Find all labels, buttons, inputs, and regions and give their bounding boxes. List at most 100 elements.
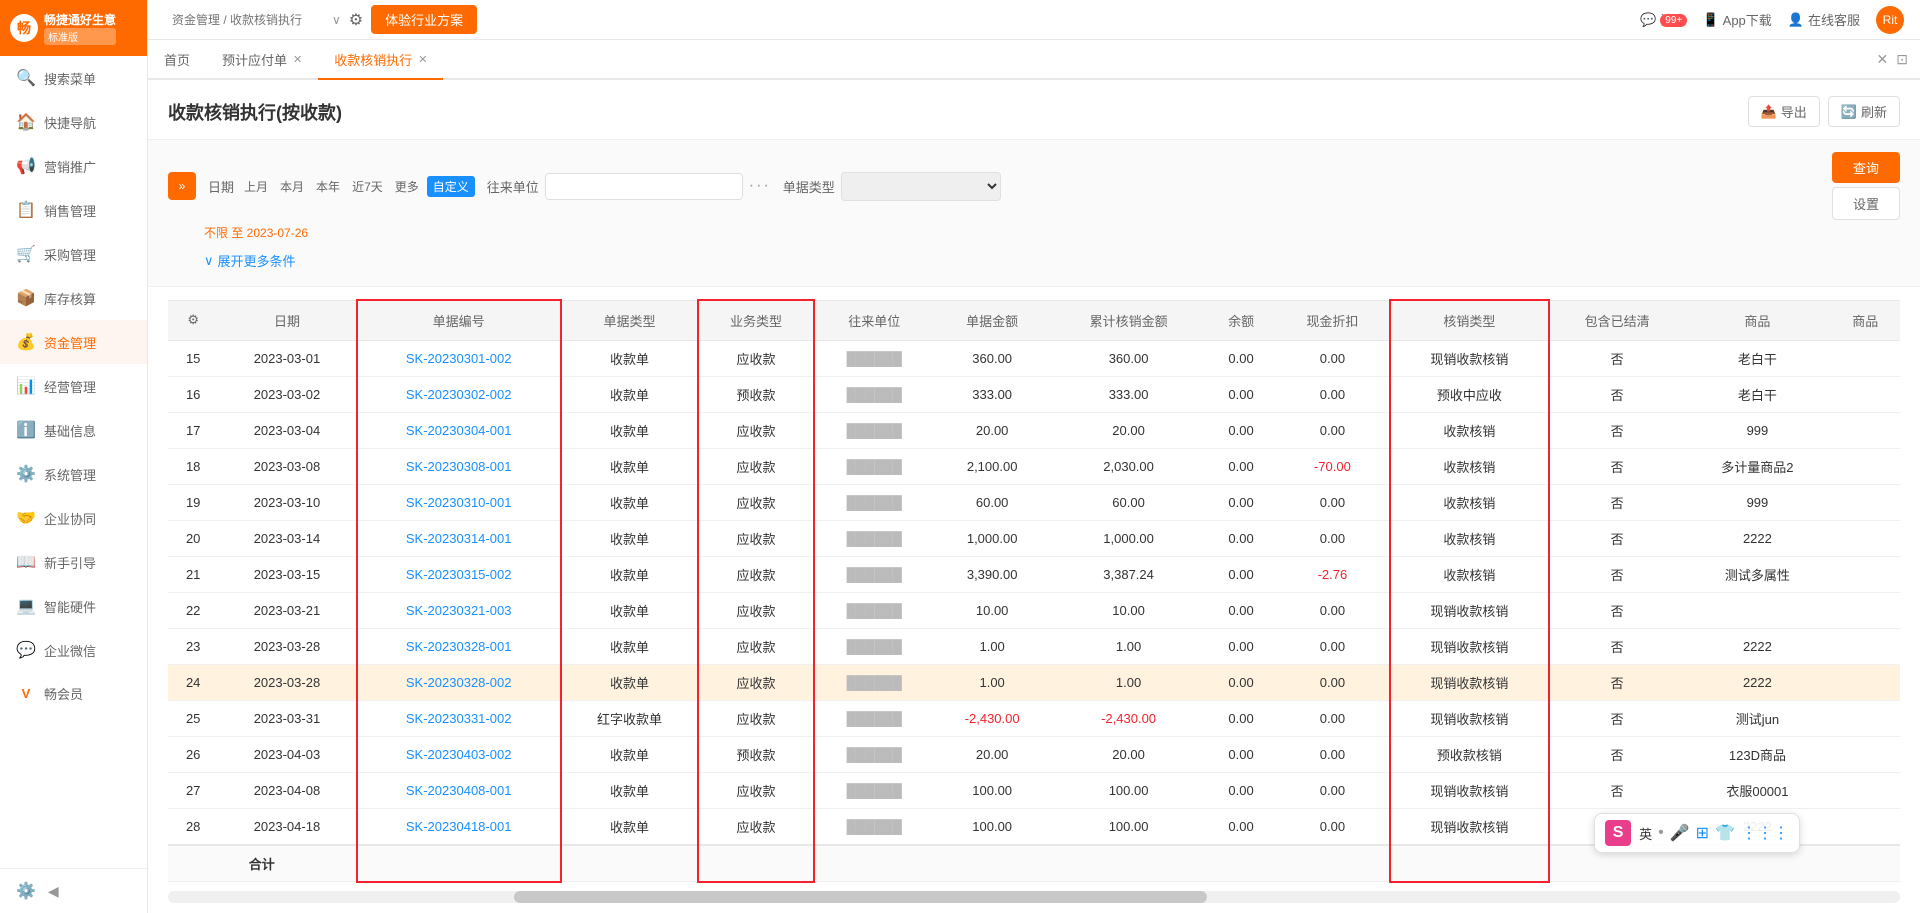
cell-discount: 0.00 [1276,593,1390,629]
sidebar-item-member[interactable]: V 畅会员 [0,672,147,715]
sidebar-item-guide[interactable]: 📖 新手引导 [0,540,147,584]
watermark-grid-icon[interactable]: ⊞ [1696,823,1709,843]
col-settings-header[interactable]: ⚙ [168,300,218,341]
industry-button[interactable]: 体验行业方案 [371,5,477,34]
cell-singletype: 收款单 [561,449,698,485]
service-button[interactable]: 👤 在线客服 [1788,10,1860,29]
sidebar-item-system[interactable]: ⚙️ 系统管理 [0,452,147,496]
sidebar-item-basic[interactable]: ℹ️ 基础信息 [0,408,147,452]
cell-biztype: 应收款 [698,449,814,485]
bottom-collapse-icon[interactable]: ◀ [48,883,59,900]
singleno-link[interactable]: SK-20230408-001 [406,783,512,798]
tab-verify[interactable]: 收款核销执行 ✕ [318,40,443,80]
singleno-link[interactable]: SK-20230301-002 [406,351,512,366]
table-body: 15 2023-03-01 SK-20230301-002 收款单 应收款 ██… [168,341,1900,846]
maximize-icon[interactable]: ⊡ [1896,51,1908,68]
dropdown-arrow-icon[interactable]: ∨ [332,13,341,27]
cell-included: 否 [1549,485,1685,521]
date-custom-button[interactable]: 自定义 [427,176,475,197]
singleno-link[interactable]: SK-20230308-001 [406,459,512,474]
singleno-link[interactable]: SK-20230331-002 [406,711,512,726]
cell-date: 2023-03-10 [218,485,356,521]
cell-partner: ██████ [814,593,934,629]
tab-payable[interactable]: 预计应付单 ✕ [206,40,318,80]
singleno-link[interactable]: SK-20230315-002 [406,567,512,582]
date-shortcut-more[interactable]: 更多 [391,176,423,197]
date-shortcut-thismonth[interactable]: 本月 [276,176,308,197]
cell-goods [1684,593,1830,629]
bottom-settings-icon[interactable]: ⚙️ [16,881,36,901]
footer-amount [933,845,1050,882]
sidebar-item-search[interactable]: 🔍 搜索菜单 [0,56,147,100]
tab-payable-close-icon[interactable]: ✕ [293,53,302,66]
cell-partner: ██████ [814,665,934,701]
tab-verify-close-icon[interactable]: ✕ [418,53,427,66]
sidebar-item-inventory[interactable]: 📦 库存核算 [0,276,147,320]
sidebar-item-business[interactable]: 📊 经营管理 [0,364,147,408]
user-avatar[interactable]: Rit [1876,6,1904,34]
filter-settings-button[interactable]: 设置 [1832,187,1900,220]
sidebar-item-shortcut[interactable]: 🏠 快捷导航 [0,100,147,144]
sidebar-item-label: 快捷导航 [44,113,96,132]
filter-collapse-button[interactable]: » [168,172,196,200]
voucher-select[interactable] [841,172,1001,201]
cell-biztype: 预收款 [698,737,814,773]
date-shortcut-lastmonth[interactable]: 上月 [240,176,272,197]
cell-date: 2023-03-21 [218,593,356,629]
settings-gear-icon[interactable]: ⚙ [349,10,363,30]
watermark-dots-icon[interactable]: ⋮⋮⋮ [1741,823,1789,843]
singleno-link[interactable]: SK-20230328-002 [406,675,512,690]
date-shortcut-thisyear[interactable]: 本年 [312,176,344,197]
cell-balance: 0.00 [1206,701,1276,737]
export-button[interactable]: 📤 导出 [1748,96,1820,127]
partner-more-icon[interactable]: ··· [749,177,771,195]
tab-home[interactable]: 首页 [148,40,206,80]
scrollbar-thumb[interactable] [514,891,1207,903]
singleno-link[interactable]: SK-20230310-001 [406,495,512,510]
cell-singletype: 收款单 [561,773,698,809]
singleno-link[interactable]: SK-20230321-003 [406,603,512,618]
singleno-link[interactable]: SK-20230314-001 [406,531,512,546]
table-row: 26 2023-04-03 SK-20230403-002 收款单 预收款 ██… [168,737,1900,773]
cell-verifytype: 收款核销 [1390,557,1549,593]
watermark-mic-icon[interactable]: 🎤 [1670,823,1690,843]
sidebar-item-hardware[interactable]: 💻 智能硬件 [0,584,147,628]
member-icon: V [16,686,36,701]
refresh-icon: 🔄 [1841,104,1857,120]
cell-verified: 20.00 [1051,413,1207,449]
sidebar-menu: 🔍 搜索菜单 🏠 快捷导航 📢 营销推广 📋 销售管理 🛒 采购管理 📦 库存核… [0,56,147,868]
message-button[interactable]: 💬 消息 99+ [1640,10,1686,29]
query-button[interactable]: 查询 [1832,152,1900,183]
singleno-link[interactable]: SK-20230403-002 [406,747,512,762]
cell-partner: ██████ [814,629,934,665]
sidebar-item-sales[interactable]: 📋 销售管理 [0,188,147,232]
watermark-text-icon[interactable]: 英 [1639,824,1652,843]
singleno-link[interactable]: SK-20230418-001 [406,819,512,834]
sidebar-item-marketing[interactable]: 📢 营销推广 [0,144,147,188]
partner-input[interactable] [545,173,743,200]
cell-verifytype: 现销收款核销 [1390,701,1549,737]
sidebar-item-finance[interactable]: 💰 资金管理 [0,320,147,364]
sidebar-item-wechat[interactable]: 💬 企业微信 [0,628,147,672]
watermark-shirt-icon[interactable]: 👕 [1715,823,1735,843]
cell-amount: 10.00 [933,593,1050,629]
breadcrumb-input[interactable] [164,9,324,31]
sidebar-item-enterprise[interactable]: 🤝 企业协同 [0,496,147,540]
table-row: 22 2023-03-21 SK-20230321-003 收款单 应收款 ██… [168,593,1900,629]
cell-singleno: SK-20230331-002 [357,701,561,737]
date-shortcut-7days[interactable]: 近7天 [348,176,387,197]
singleno-link[interactable]: SK-20230302-002 [406,387,512,402]
singleno-link[interactable]: SK-20230304-001 [406,423,512,438]
refresh-button[interactable]: 🔄 刷新 [1828,96,1900,127]
cell-singletype: 收款单 [561,809,698,846]
sidebar-item-purchase[interactable]: 🛒 采购管理 [0,232,147,276]
app-download-button[interactable]: 📱 App下载 [1702,10,1771,29]
close-window-icon[interactable]: ✕ [1877,51,1889,68]
horizontal-scrollbar[interactable] [168,891,1900,903]
col-verifytype-header: 核销类型 [1390,300,1549,341]
expand-conditions-button[interactable]: ∨ 展开更多条件 [204,247,1900,274]
singleno-link[interactable]: SK-20230328-001 [406,639,512,654]
cell-singletype: 红字收款单 [561,701,698,737]
cell-date: 2023-04-03 [218,737,356,773]
footer-goods2 [1830,845,1900,882]
